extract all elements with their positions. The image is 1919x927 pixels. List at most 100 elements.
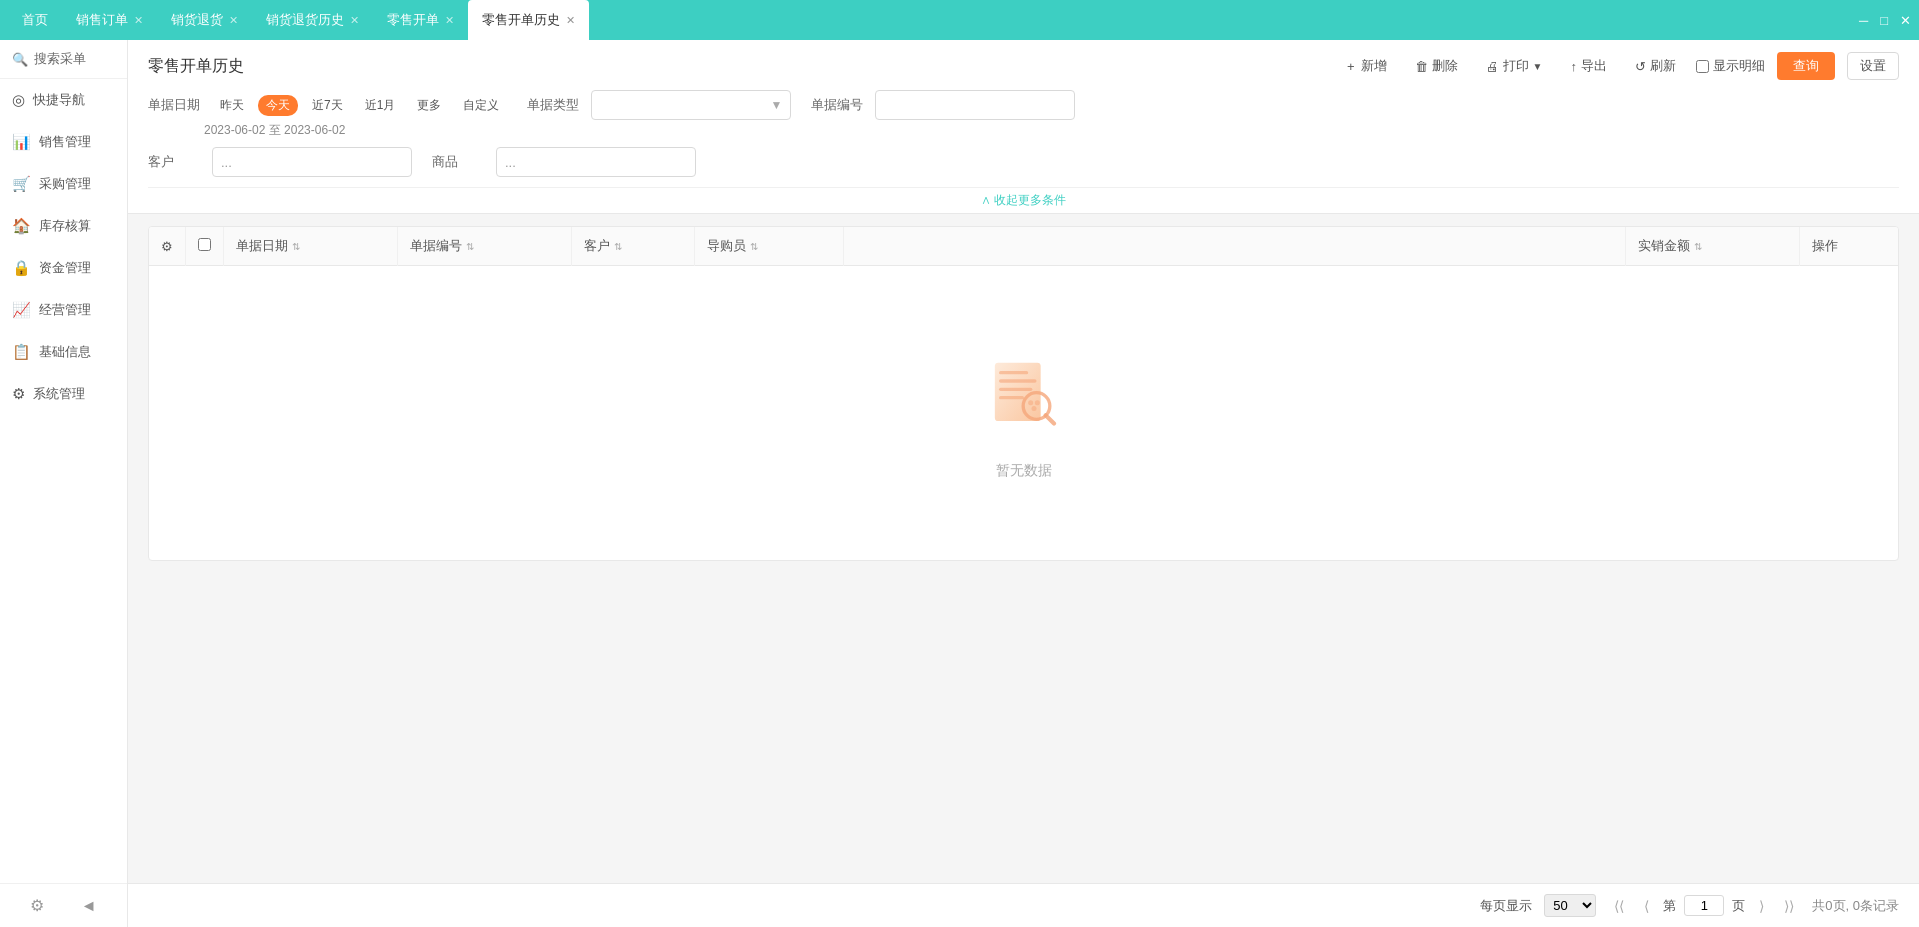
top-nav-bar: 首页 销售订单 ✕ 销货退货 ✕ 销货退货历史 ✕ 零售开单 ✕ 零售开单历史 … — [0, 0, 1919, 40]
date-btn-yesterday[interactable]: 昨天 — [212, 95, 252, 116]
print-button[interactable]: 🖨 打印 ▼ — [1478, 53, 1551, 79]
page-nav: ⟨⟨ ⟨ 第 页 ⟩ ⟩⟩ — [1608, 895, 1800, 916]
export-icon: ↑ — [1571, 59, 1578, 74]
refresh-icon: ↺ — [1635, 59, 1646, 74]
th-date[interactable]: 单据日期 ⇅ — [224, 227, 398, 266]
sidebar-item-fund-mgmt[interactable]: 🔒 资金管理 — [0, 247, 127, 289]
sidebar-search-label: 搜索采单 — [34, 50, 86, 68]
select-all-checkbox[interactable] — [198, 238, 211, 251]
svg-point-9 — [1031, 406, 1036, 411]
sidebar-bottom: ⚙ ◄ — [0, 883, 127, 927]
settings-icon-bottom[interactable]: ⚙ — [30, 896, 44, 915]
tab-sales-return-history-close[interactable]: ✕ — [350, 14, 359, 27]
tab-sales-order-close[interactable]: ✕ — [134, 14, 143, 27]
th-action: 操作 — [1799, 227, 1898, 266]
filter-product: 商品 ... — [432, 147, 696, 177]
maximize-btn[interactable]: □ — [1880, 13, 1888, 28]
settings-gear-icon[interactable]: ⚙ — [161, 239, 173, 254]
sidebar-item-basic-info[interactable]: 📋 基础信息 — [0, 331, 127, 373]
prev-page-btn[interactable]: ⟨ — [1638, 896, 1655, 916]
th-number[interactable]: 单据编号 ⇅ — [397, 227, 571, 266]
per-page-select[interactable]: 50 10 20 100 — [1544, 894, 1596, 917]
sidebar-item-inventory-label: 库存核算 — [39, 217, 91, 235]
doc-no-input[interactable] — [875, 90, 1075, 120]
current-page-input[interactable] — [1684, 895, 1724, 916]
tab-retail-open-label: 零售开单 — [387, 11, 439, 29]
tab-home[interactable]: 首页 — [8, 0, 62, 40]
sidebar-item-quick-nav[interactable]: ◎ 快捷导航 — [0, 79, 127, 121]
sidebar-item-purchase-mgmt[interactable]: 🛒 采购管理 — [0, 163, 127, 205]
query-label: 查询 — [1793, 57, 1819, 75]
minimize-btn[interactable]: ─ — [1859, 13, 1868, 28]
sidebar-item-sales-mgmt[interactable]: 📊 销售管理 — [0, 121, 127, 163]
tab-retail-history[interactable]: 零售开单历史 ✕ — [468, 0, 589, 40]
sort-amount-icon: ⇅ — [1694, 241, 1702, 252]
sort-salesperson-icon: ⇅ — [750, 241, 758, 252]
export-button[interactable]: ↑ 导出 — [1563, 53, 1616, 79]
th-customer[interactable]: 客户 ⇅ — [571, 227, 694, 266]
pagination-bar: 每页显示 50 10 20 100 ⟨⟨ ⟨ 第 页 ⟩ ⟩⟩ 共0页, 0条记… — [128, 883, 1919, 927]
filter-doc-type: 单据类型 ▼ — [527, 90, 791, 120]
sidebar-search[interactable]: 🔍 搜索采单 — [0, 40, 127, 79]
display-detail-toggle[interactable]: 显示明细 — [1696, 57, 1765, 75]
product-placeholder: ... — [505, 155, 516, 170]
tab-retail-open-close[interactable]: ✕ — [445, 14, 454, 27]
date-range-display: 2023-06-02 至 2023-06-02 — [204, 123, 345, 137]
sort-customer-icon: ⇅ — [614, 241, 622, 252]
new-button[interactable]: + 新增 — [1339, 53, 1395, 79]
tab-sales-order[interactable]: 销售订单 ✕ — [62, 0, 157, 40]
sidebar-item-operation-mgmt[interactable]: 📈 经营管理 — [0, 289, 127, 331]
doc-type-label: 单据类型 — [527, 96, 583, 114]
collapse-label: ∧ 收起更多条件 — [981, 192, 1066, 209]
date-btn-month[interactable]: 近1月 — [357, 95, 404, 116]
date-btn-week[interactable]: 近7天 — [304, 95, 351, 116]
content-area: 零售开单历史 + 新增 🗑 删除 🖨 打印 ▼ — [128, 40, 1919, 927]
tab-sales-return[interactable]: 销货退货 ✕ — [157, 0, 252, 40]
tab-retail-open[interactable]: 零售开单 ✕ — [373, 0, 468, 40]
sidebar-item-basic-info-label: 基础信息 — [39, 343, 91, 361]
tab-sales-order-label: 销售订单 — [76, 11, 128, 29]
date-btn-today[interactable]: 今天 — [258, 95, 298, 116]
doc-type-select[interactable]: ▼ — [591, 90, 791, 120]
inventory-icon: 🏠 — [12, 217, 31, 235]
quick-nav-icon: ◎ — [12, 91, 25, 109]
next-page-btn[interactable]: ⟩ — [1753, 896, 1770, 916]
table-header-row: ⚙ 单据日期 ⇅ — [149, 227, 1898, 266]
close-btn-window[interactable]: ✕ — [1900, 13, 1911, 28]
query-button[interactable]: 查询 — [1777, 52, 1835, 80]
page-label-post: 页 — [1732, 897, 1745, 915]
delete-button[interactable]: 🗑 删除 — [1407, 53, 1466, 79]
sidebar-item-sys-mgmt-label: 系统管理 — [33, 385, 85, 403]
search-icon: 🔍 — [12, 52, 28, 67]
sidebar-item-inventory[interactable]: 🏠 库存核算 — [0, 205, 127, 247]
display-detail-checkbox[interactable] — [1696, 60, 1709, 73]
date-btn-custom[interactable]: 自定义 — [455, 95, 507, 116]
collapse-bar[interactable]: ∧ 收起更多条件 — [148, 187, 1899, 213]
page-label-pre: 第 — [1663, 897, 1676, 915]
product-input[interactable]: ... — [496, 147, 696, 177]
tab-retail-history-close[interactable]: ✕ — [566, 14, 575, 27]
th-settings[interactable]: ⚙ — [149, 227, 186, 266]
svg-point-8 — [1034, 400, 1039, 405]
svg-rect-1 — [999, 371, 1028, 374]
tab-sales-return-history[interactable]: 销货退货历史 ✕ — [252, 0, 373, 40]
collapse-sidebar-icon[interactable]: ◄ — [81, 897, 97, 915]
date-btn-more[interactable]: 更多 — [409, 95, 449, 116]
th-checkbox[interactable] — [186, 227, 224, 266]
settings-button[interactable]: 设置 — [1847, 52, 1899, 80]
refresh-button[interactable]: ↺ 刷新 — [1627, 53, 1684, 79]
sidebar-item-fund-mgmt-label: 资金管理 — [39, 259, 91, 277]
th-amount[interactable]: 实销金额 ⇅ — [1625, 227, 1799, 266]
empty-icon — [974, 346, 1074, 446]
last-page-btn[interactable]: ⟩⟩ — [1778, 896, 1800, 916]
tab-retail-history-label: 零售开单历史 — [482, 11, 560, 29]
th-salesperson[interactable]: 导购员 ⇅ — [695, 227, 844, 266]
filter-date: 单据日期 昨天 今天 近7天 近1月 更多 自定义 — [148, 95, 507, 116]
svg-point-7 — [1028, 400, 1033, 405]
sidebar-item-sys-mgmt[interactable]: ⚙ 系统管理 — [0, 373, 127, 415]
customer-input[interactable]: ... — [212, 147, 412, 177]
first-page-btn[interactable]: ⟨⟨ — [1608, 896, 1630, 916]
sort-date-icon: ⇅ — [292, 241, 300, 252]
tab-sales-return-close[interactable]: ✕ — [229, 14, 238, 27]
window-controls: ─ □ ✕ — [1859, 13, 1911, 28]
